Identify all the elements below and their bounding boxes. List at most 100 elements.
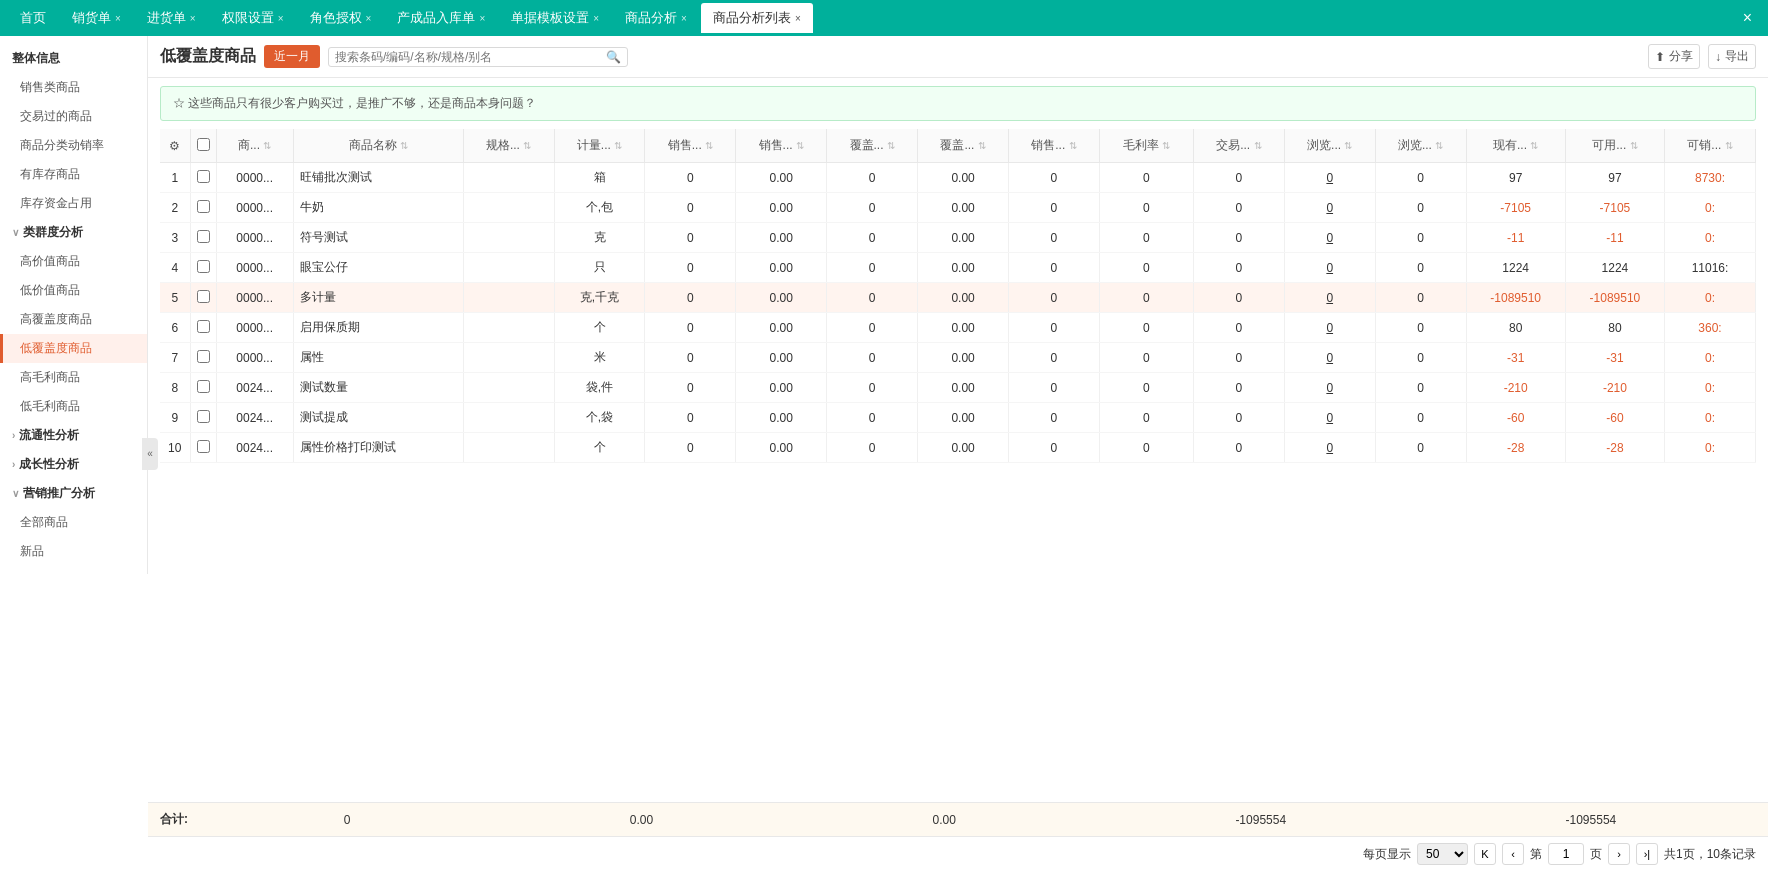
sidebar-item-low-coverage[interactable]: 低覆盖度商品 [0, 334, 147, 363]
sidebar-item-sales-goods[interactable]: 销售类商品 [0, 73, 147, 102]
nav-close-purchase[interactable]: × [190, 13, 196, 24]
row-checkbox[interactable] [197, 170, 210, 183]
browse1-link[interactable]: 0 [1326, 441, 1333, 455]
cell-browse1[interactable]: 0 [1284, 343, 1375, 373]
sidebar-item-stock-capital[interactable]: 库存资金占用 [0, 189, 147, 218]
cell-checkbox[interactable] [190, 433, 216, 463]
th-sales3[interactable]: 销售... ⇅ [1009, 129, 1100, 163]
sidebar-collapse-button[interactable]: « [142, 438, 158, 470]
th-settings[interactable]: ⚙ [160, 129, 190, 163]
sidebar-item-high-value[interactable]: 高价值商品 [0, 247, 147, 276]
sidebar-item-traded-goods[interactable]: 交易过的商品 [0, 102, 147, 131]
cell-checkbox[interactable] [190, 343, 216, 373]
cell-browse1[interactable]: 0 [1284, 373, 1375, 403]
cell-browse1[interactable]: 0 [1284, 313, 1375, 343]
nav-close-stock-in[interactable]: × [479, 13, 485, 24]
th-coverage1[interactable]: 覆盖... ⇅ [827, 129, 918, 163]
select-all-checkbox[interactable] [197, 138, 210, 151]
th-browse1[interactable]: 浏览... ⇅ [1284, 129, 1375, 163]
cell-browse1[interactable]: 0 [1284, 163, 1375, 193]
nav-close-goods-analysis[interactable]: × [681, 13, 687, 24]
nav-close-goods-analysis-list[interactable]: × [795, 13, 801, 24]
window-close-button[interactable]: × [1735, 5, 1760, 31]
th-coverage2[interactable]: 覆盖... ⇅ [918, 129, 1009, 163]
nav-item-home[interactable]: 首页 [8, 3, 58, 33]
sidebar-section-growth[interactable]: › 成长性分析 [0, 450, 147, 479]
search-icon[interactable]: 🔍 [606, 50, 621, 64]
settings-icon[interactable]: ⚙ [169, 139, 180, 153]
sidebar-item-high-margin[interactable]: 高毛利商品 [0, 363, 147, 392]
sidebar-item-low-value[interactable]: 低价值商品 [0, 276, 147, 305]
th-current-stock[interactable]: 现有... ⇅ [1466, 129, 1565, 163]
browse1-link[interactable]: 0 [1326, 171, 1333, 185]
browse1-link[interactable]: 0 [1326, 291, 1333, 305]
th-sales-amount[interactable]: 销售... ⇅ [736, 129, 827, 163]
browse1-link[interactable]: 0 [1326, 231, 1333, 245]
last-page-button[interactable]: ›| [1636, 843, 1658, 865]
sidebar-item-low-margin[interactable]: 低毛利商品 [0, 392, 147, 421]
cell-checkbox[interactable] [190, 163, 216, 193]
browse1-link[interactable]: 0 [1326, 321, 1333, 335]
row-checkbox[interactable] [197, 410, 210, 423]
sidebar-item-high-coverage[interactable]: 高覆盖度商品 [0, 305, 147, 334]
row-checkbox[interactable] [197, 320, 210, 333]
nav-close-role[interactable]: × [366, 13, 372, 24]
cell-browse1[interactable]: 0 [1284, 403, 1375, 433]
nav-item-permission[interactable]: 权限设置 × [210, 3, 296, 33]
th-available-stock[interactable]: 可用... ⇅ [1565, 129, 1664, 163]
row-checkbox[interactable] [197, 230, 210, 243]
nav-close-sales[interactable]: × [115, 13, 121, 24]
sidebar-item-all-goods[interactable]: 全部商品 [0, 508, 147, 537]
row-checkbox[interactable] [197, 200, 210, 213]
period-button[interactable]: 近一月 [264, 45, 320, 68]
page-size-select[interactable]: 50 100 200 [1417, 843, 1468, 865]
cell-checkbox[interactable] [190, 403, 216, 433]
sidebar-section-marketing[interactable]: ∨ 营销推广分析 [0, 479, 147, 508]
first-page-button[interactable]: K [1474, 843, 1496, 865]
row-checkbox[interactable] [197, 380, 210, 393]
th-name[interactable]: 商品名称 ⇅ [293, 129, 463, 163]
nav-item-stock-in[interactable]: 产成品入库单 × [385, 3, 497, 33]
cell-checkbox[interactable] [190, 373, 216, 403]
row-checkbox[interactable] [197, 260, 210, 273]
sidebar-item-new-goods[interactable]: 新品 [0, 537, 147, 566]
cell-checkbox[interactable] [190, 283, 216, 313]
th-sellable[interactable]: 可销... ⇅ [1665, 129, 1756, 163]
nav-close-permission[interactable]: × [278, 13, 284, 24]
th-trade[interactable]: 交易... ⇅ [1193, 129, 1284, 163]
search-input[interactable] [335, 50, 602, 64]
row-checkbox[interactable] [197, 440, 210, 453]
cell-browse1[interactable]: 0 [1284, 433, 1375, 463]
sidebar-section-overview[interactable]: 整体信息 [0, 44, 147, 73]
row-checkbox[interactable] [197, 290, 210, 303]
nav-item-goods-analysis[interactable]: 商品分析 × [613, 3, 699, 33]
cell-checkbox[interactable] [190, 193, 216, 223]
browse1-link[interactable]: 0 [1326, 201, 1333, 215]
browse1-link[interactable]: 0 [1326, 261, 1333, 275]
nav-item-goods-analysis-list[interactable]: 商品分析列表 × [701, 3, 813, 33]
nav-item-role[interactable]: 角色授权 × [298, 3, 384, 33]
th-margin[interactable]: 毛利率 ⇅ [1099, 129, 1193, 163]
browse1-link[interactable]: 0 [1326, 381, 1333, 395]
nav-item-template[interactable]: 单据模板设置 × [499, 3, 611, 33]
cell-browse1[interactable]: 0 [1284, 253, 1375, 283]
th-browse2[interactable]: 浏览... ⇅ [1375, 129, 1466, 163]
sidebar-section-circulation[interactable]: › 流通性分析 [0, 421, 147, 450]
cell-browse1[interactable]: 0 [1284, 283, 1375, 313]
nav-close-template[interactable]: × [593, 13, 599, 24]
next-page-button[interactable]: › [1608, 843, 1630, 865]
export-button[interactable]: ↓ 导出 [1708, 44, 1756, 69]
th-code[interactable]: 商... ⇅ [216, 129, 293, 163]
th-unit[interactable]: 计量... ⇅ [554, 129, 645, 163]
sidebar-section-cluster[interactable]: ∨ 类群度分析 [0, 218, 147, 247]
sidebar-item-category-rate[interactable]: 商品分类动销率 [0, 131, 147, 160]
browse1-link[interactable]: 0 [1326, 351, 1333, 365]
cell-checkbox[interactable] [190, 313, 216, 343]
cell-checkbox[interactable] [190, 223, 216, 253]
cell-browse1[interactable]: 0 [1284, 223, 1375, 253]
browse1-link[interactable]: 0 [1326, 411, 1333, 425]
cell-checkbox[interactable] [190, 253, 216, 283]
prev-page-button[interactable]: ‹ [1502, 843, 1524, 865]
sidebar-item-stock-goods[interactable]: 有库存商品 [0, 160, 147, 189]
th-sales-count[interactable]: 销售... ⇅ [645, 129, 736, 163]
